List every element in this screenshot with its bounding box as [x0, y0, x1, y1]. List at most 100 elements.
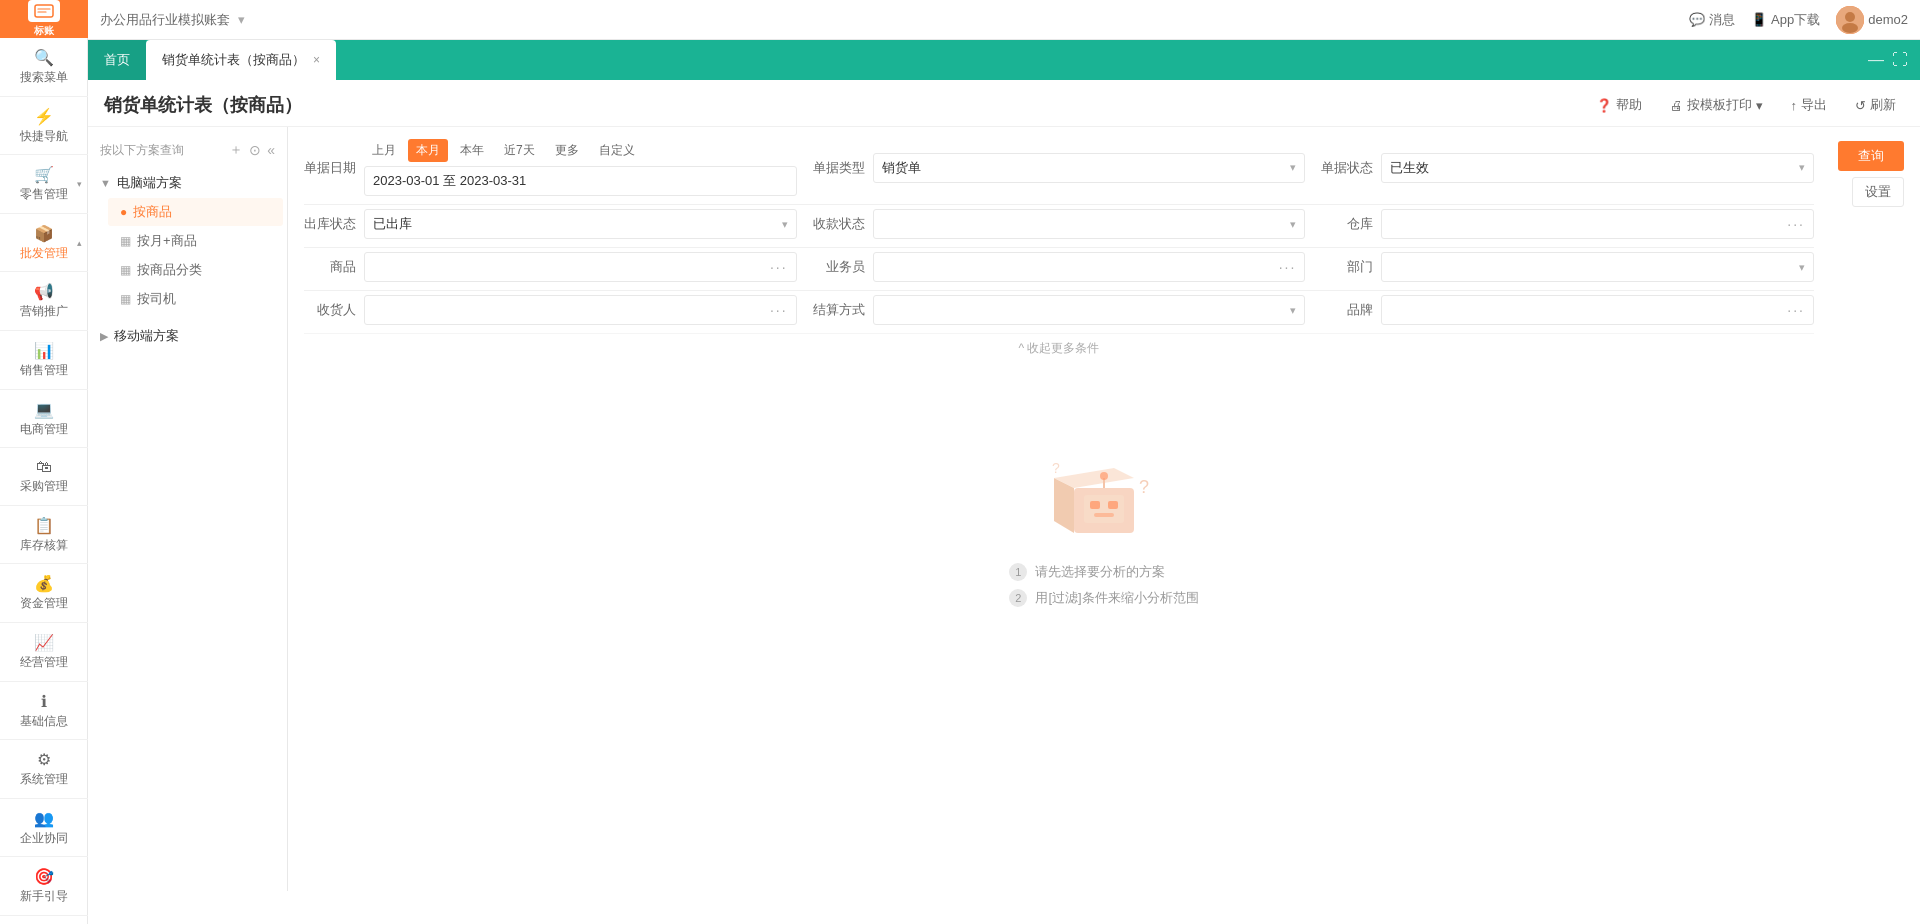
driver-icon: ▦ — [120, 292, 131, 306]
date-tab-last-month[interactable]: 上月 — [364, 139, 404, 162]
scheme-item-month-goods[interactable]: ▦ 按月+商品 — [108, 227, 283, 255]
consignee-filter-row: 收货人 ··· — [304, 295, 797, 325]
home-tab-label: 首页 — [104, 51, 130, 69]
refresh-icon: ↺ — [1855, 98, 1866, 113]
collapse-conditions-btn[interactable]: ^ 收起更多条件 — [304, 333, 1814, 363]
warehouse-input[interactable]: ··· — [1381, 209, 1814, 239]
sales-icon: 📊 — [34, 341, 54, 360]
dept-dropdown-arrow: ▾ — [1799, 261, 1805, 274]
staff-input[interactable]: ··· — [873, 252, 1306, 282]
hint-text-2: 用[过滤]条件来缩小分析范围 — [1035, 589, 1198, 607]
sidebar-item-label: 电商管理 — [20, 422, 68, 438]
sidebar-item-ecommerce[interactable]: 💻 电商管理 — [0, 390, 88, 449]
sidebar-item-wholesale[interactable]: 📦 批发管理 ▴ — [0, 214, 88, 273]
sidebar-item-sales[interactable]: 📊 销售管理 — [0, 331, 88, 390]
sidebar-item-label: 经营管理 — [20, 655, 68, 671]
tab-minimize-icon[interactable]: — — [1868, 51, 1884, 69]
desktop-section-header[interactable]: ▼ 电脑端方案 — [88, 169, 287, 197]
doc-type-select[interactable]: 销货单 ▾ — [873, 153, 1306, 183]
sidebar-item-retail[interactable]: 🛒 零售管理 ▾ — [0, 155, 88, 214]
sidebar-item-finance[interactable]: 💰 资金管理 — [0, 564, 88, 623]
payment-method-select[interactable]: ▾ — [873, 295, 1306, 325]
user-name: demo2 — [1868, 12, 1908, 27]
date-tab-custom[interactable]: 自定义 — [591, 139, 643, 162]
sidebar-item-marketing[interactable]: 📢 营销推广 — [0, 272, 88, 331]
scheme-item-driver[interactable]: ▦ 按司机 — [108, 285, 283, 313]
payment-status-label: 收款状态 — [813, 215, 865, 233]
industry-label: 办公用品行业模拟账套 — [100, 11, 230, 29]
user-menu-btn[interactable]: demo2 — [1836, 6, 1908, 34]
svg-rect-7 — [1084, 495, 1124, 523]
date-tab-this-month[interactable]: 本月 — [408, 139, 448, 162]
export-btn[interactable]: ↑ 导出 — [1783, 92, 1836, 118]
settings-button[interactable]: 设置 — [1852, 177, 1904, 207]
left-panel: 按以下方案查询 ＋ ⊙ « ▼ 电脑端方案 — [88, 127, 288, 891]
goods-input[interactable]: ··· — [364, 252, 797, 282]
app-download-label: App下载 — [1771, 11, 1820, 29]
help-icon: ❓ — [1596, 98, 1612, 113]
search-nav-icon: 🔍 — [34, 48, 54, 67]
brand-filter-row: 品牌 ··· — [1321, 295, 1814, 325]
refresh-btn[interactable]: ↺ 刷新 — [1847, 92, 1904, 118]
mobile-section-header[interactable]: ▶ 移动端方案 — [88, 322, 287, 350]
app-download-btn[interactable]: 📱 App下载 — [1751, 11, 1820, 29]
print-btn[interactable]: 🖨 按模板打印 ▾ — [1662, 92, 1771, 118]
date-range-input[interactable]: 2023-03-01 至 2023-03-31 — [364, 166, 797, 196]
sidebar-item-label: 搜索菜单 — [20, 70, 68, 86]
date-tab-7days[interactable]: 近7天 — [496, 139, 543, 162]
warehouse-out-select[interactable]: 已出库 ▾ — [364, 209, 797, 239]
filter-row-1: 单据日期 上月 本月 本年 近7天 更多 自定义 — [304, 139, 1814, 205]
help-btn[interactable]: ❓ 帮助 — [1588, 92, 1650, 118]
warehouse-filter-row: 仓库 ··· — [1321, 209, 1814, 239]
tab-home[interactable]: 首页 — [88, 40, 146, 80]
tab-bar: 首页 销货单统计表（按商品） × — ⛶ — [88, 40, 1920, 80]
app-logo: 标账 — [0, 0, 88, 38]
date-tabs: 上月 本月 本年 近7天 更多 自定义 — [364, 139, 789, 162]
query-button[interactable]: 查询 — [1838, 141, 1904, 171]
page-header: 销货单统计表（按商品） ❓ 帮助 🖨 按模板打印 ▾ ↑ 导出 — [88, 80, 1920, 127]
collapse-panel-btn[interactable]: « — [267, 142, 275, 158]
main-area: 办公用品行业模拟账套 ▾ 💬 消息 📱 App下载 de — [88, 0, 1920, 924]
goods-dots: ··· — [770, 259, 788, 275]
sidebar-item-basic-info[interactable]: ℹ 基础信息 — [0, 682, 88, 741]
tab-close-icon[interactable]: × — [313, 53, 320, 67]
scheme-item-goods-category[interactable]: ▦ 按商品分类 — [108, 256, 283, 284]
warehouse-out-dropdown-arrow: ▾ — [782, 218, 788, 231]
print-dropdown-icon[interactable]: ▾ — [1756, 98, 1763, 113]
svg-rect-0 — [35, 5, 53, 17]
tab-sales-stats[interactable]: 销货单统计表（按商品） × — [146, 40, 336, 80]
tab-expand-icon[interactable]: ⛶ — [1892, 51, 1908, 69]
date-range-value: 2023-03-01 至 2023-03-31 — [373, 172, 526, 190]
sidebar-item-guide[interactable]: 🎯 新手引导 — [0, 857, 88, 916]
scheme-item-by-goods[interactable]: ● 按商品 — [108, 198, 283, 226]
doc-type-label: 单据类型 — [813, 159, 865, 177]
sidebar-item-operations[interactable]: 📈 经营管理 — [0, 623, 88, 682]
industry-dropdown-icon[interactable]: ▾ — [238, 12, 245, 27]
brand-input[interactable]: ··· — [1381, 295, 1814, 325]
dept-select[interactable]: ▾ — [1381, 252, 1814, 282]
doc-status-select[interactable]: 已生效 ▾ — [1381, 153, 1814, 183]
ecommerce-icon: 💻 — [34, 400, 54, 419]
filter-row-4: 收货人 ··· 结算方式 — [304, 295, 1814, 325]
sidebar-item-app-center[interactable]: 🔲 应用中心 — [0, 916, 88, 924]
message-btn[interactable]: 💬 消息 — [1689, 11, 1735, 29]
empty-state: ? ? 1 请先选择要分析的方案 2 用[过滤]条件来缩小分析范围 — [304, 363, 1904, 687]
warehouse-dots: ··· — [1787, 216, 1805, 232]
svg-text:?: ? — [1139, 477, 1149, 497]
consignee-dots: ··· — [770, 302, 788, 318]
add-scheme-btn[interactable]: ＋ — [229, 141, 243, 159]
payment-status-select[interactable]: ▾ — [873, 209, 1306, 239]
settings-scheme-btn[interactable]: ⊙ — [249, 142, 261, 158]
sidebar-item-collab[interactable]: 👥 企业协同 — [0, 799, 88, 858]
sidebar-item-search[interactable]: 🔍 搜索菜单 — [0, 38, 88, 97]
consignee-input[interactable]: ··· — [364, 295, 797, 325]
desktop-scheme-section: ▼ 电脑端方案 ● 按商品 ▦ 按月+商品 — [88, 165, 287, 318]
sidebar-item-system[interactable]: ⚙ 系统管理 — [0, 740, 88, 799]
date-tab-this-year[interactable]: 本年 — [452, 139, 492, 162]
sidebar-item-purchase[interactable]: 🛍 采购管理 — [0, 448, 88, 506]
staff-filter-row: 业务员 ··· — [813, 252, 1306, 282]
date-tab-more[interactable]: 更多 — [547, 139, 587, 162]
filter-row-3: 商品 ··· 业务员 — [304, 252, 1814, 291]
sidebar-item-quick-nav[interactable]: ⚡ 快捷导航 — [0, 97, 88, 156]
sidebar-item-inventory[interactable]: 📋 库存核算 — [0, 506, 88, 565]
